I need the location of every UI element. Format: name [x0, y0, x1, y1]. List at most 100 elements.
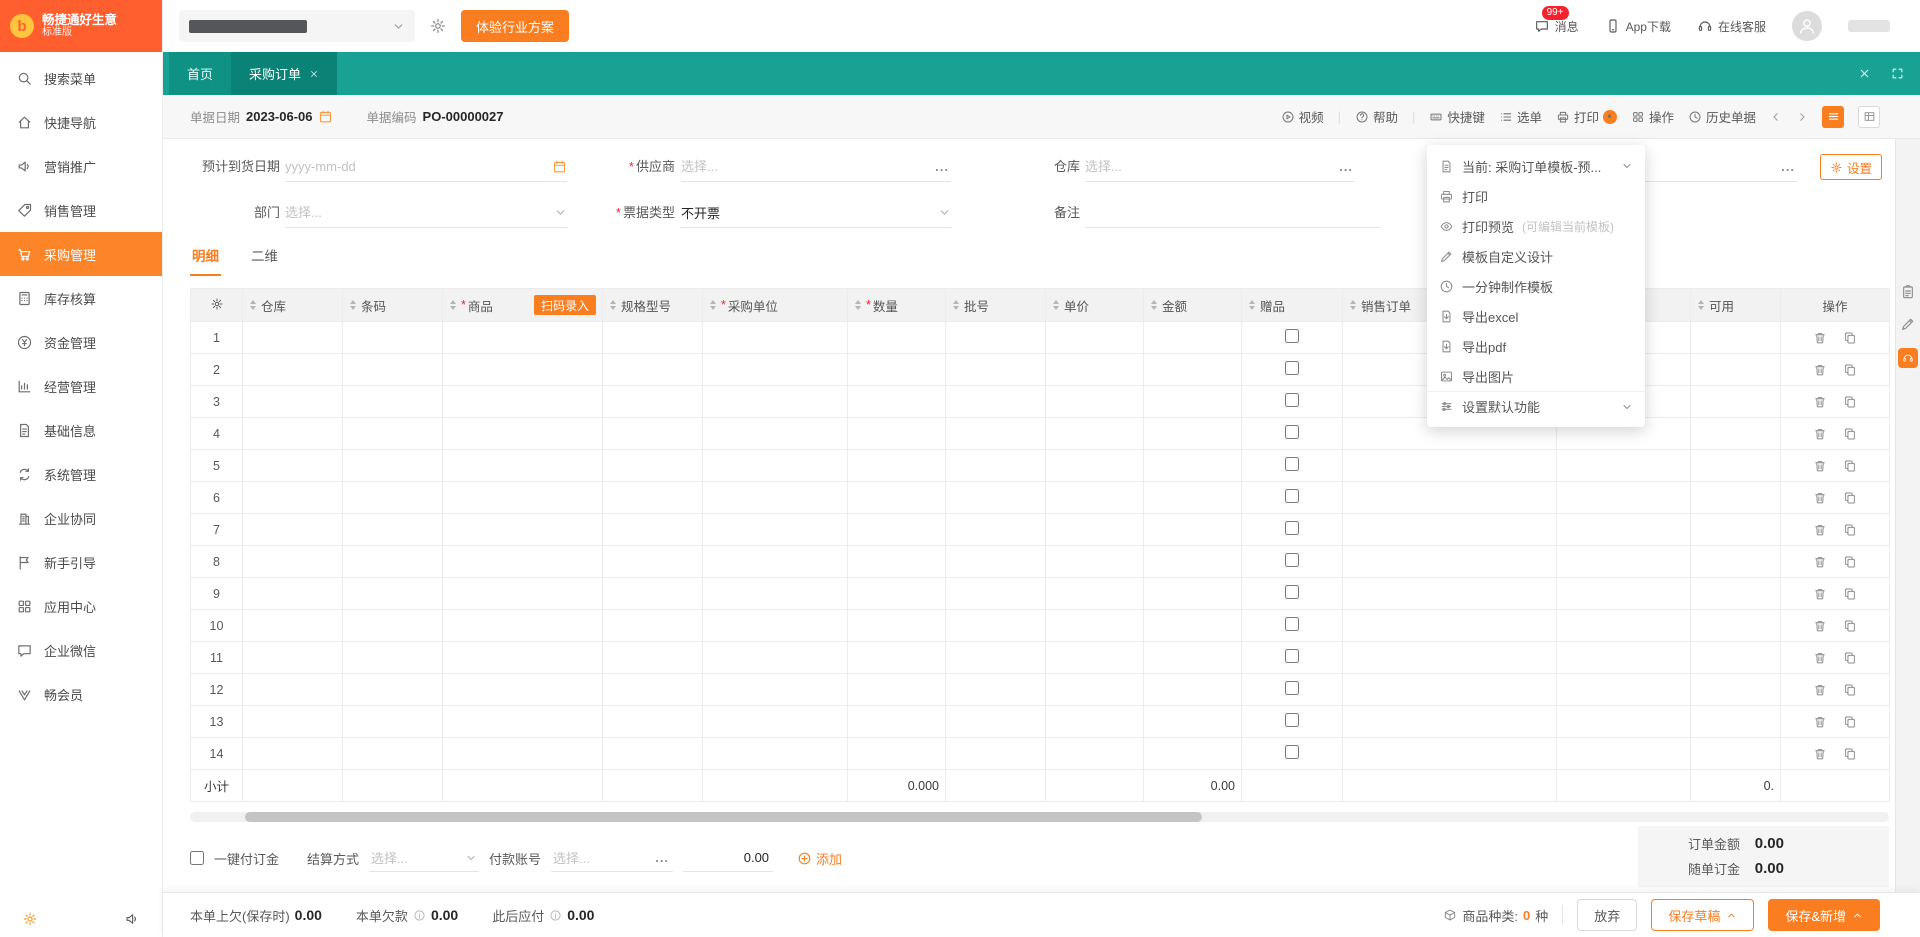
history-button[interactable]: 历史单据: [1688, 107, 1756, 126]
deposit-amount-input[interactable]: 0.00: [683, 844, 774, 872]
hotkeys-button[interactable]: 快捷键: [1429, 107, 1485, 126]
cell-unit[interactable]: [702, 385, 848, 418]
cell-warehouse[interactable]: [242, 577, 343, 610]
cell-batch[interactable]: [945, 609, 1046, 642]
remark-field[interactable]: [1085, 198, 1380, 228]
cell-unit[interactable]: [702, 417, 848, 450]
close-tab-icon[interactable]: [309, 69, 319, 79]
col-spec[interactable]: 规格型号: [602, 288, 703, 322]
cell-price[interactable]: [1045, 705, 1144, 738]
col-gift[interactable]: 赠品: [1241, 288, 1343, 322]
cell-amount[interactable]: [1143, 513, 1242, 546]
cell-price[interactable]: [1045, 481, 1144, 514]
online-service-item[interactable]: 在线客服: [1697, 18, 1766, 35]
template-more-button[interactable]: ...: [1779, 159, 1797, 174]
cell-goods[interactable]: [442, 417, 603, 450]
gift-checkbox[interactable]: [1285, 617, 1299, 631]
delete-row-icon[interactable]: [1813, 459, 1827, 473]
cell-batch[interactable]: [945, 705, 1046, 738]
pay-account-select[interactable]: 选择... ...: [551, 844, 674, 872]
cell-price[interactable]: [1045, 609, 1144, 642]
copy-row-icon[interactable]: [1843, 587, 1857, 601]
supplier-input[interactable]: [681, 159, 928, 174]
col-warehouse[interactable]: 仓库: [242, 288, 343, 322]
cell-quantity[interactable]: [847, 609, 946, 642]
cell-barcode[interactable]: [342, 513, 443, 546]
cell-goods[interactable]: [442, 673, 603, 706]
cell-quantity[interactable]: [847, 737, 946, 770]
cell-spec[interactable]: [602, 481, 703, 514]
delete-row-icon[interactable]: [1813, 619, 1827, 633]
cell-warehouse[interactable]: [242, 673, 343, 706]
customer-service-icon[interactable]: [1898, 348, 1918, 368]
gift-checkbox[interactable]: [1285, 521, 1299, 535]
sidebar-item-quick-nav[interactable]: 快捷导航: [0, 100, 162, 144]
cell-goods[interactable]: [442, 449, 603, 482]
supplier-field[interactable]: ...: [681, 152, 951, 182]
menu-template-design[interactable]: 模板自定义设计: [1427, 241, 1645, 271]
col-goods[interactable]: * 商品 扫码录入: [442, 288, 603, 322]
close-icon[interactable]: [1858, 67, 1871, 80]
copy-row-icon[interactable]: [1843, 523, 1857, 537]
cell-warehouse[interactable]: [242, 545, 343, 578]
copy-row-icon[interactable]: [1843, 683, 1857, 697]
sidebar-item-search-menu[interactable]: 搜索菜单: [0, 56, 162, 100]
cell-available[interactable]: [1690, 417, 1781, 450]
copy-row-icon[interactable]: [1843, 427, 1857, 441]
cell-unit[interactable]: [702, 449, 848, 482]
cell-spec[interactable]: [602, 705, 703, 738]
cell-quantity[interactable]: [847, 513, 946, 546]
cell-quantity[interactable]: [847, 673, 946, 706]
cell-warehouse[interactable]: [242, 321, 343, 354]
user-avatar[interactable]: [1792, 11, 1822, 41]
cell-package[interactable]: [1556, 705, 1691, 738]
cell-spec[interactable]: [602, 577, 703, 610]
prev-doc-icon[interactable]: [1770, 111, 1782, 123]
cell-warehouse[interactable]: [242, 353, 343, 386]
cell-price[interactable]: [1045, 321, 1144, 354]
settings-gear-icon[interactable]: [22, 911, 38, 927]
sidebar-item-member[interactable]: 畅会员: [0, 672, 162, 716]
cell-goods[interactable]: [442, 353, 603, 386]
cell-quantity[interactable]: [847, 417, 946, 450]
cell-warehouse[interactable]: [242, 705, 343, 738]
delete-row-icon[interactable]: [1813, 715, 1827, 729]
horizontal-scrollbar[interactable]: [190, 812, 1889, 822]
cell-barcode[interactable]: [342, 641, 443, 674]
cell-amount[interactable]: [1143, 417, 1242, 450]
cell-quantity[interactable]: [847, 353, 946, 386]
sidebar-item-operations[interactable]: 经营管理: [0, 364, 162, 408]
cell-barcode[interactable]: [342, 673, 443, 706]
menu-export-excel[interactable]: 导出excel: [1427, 301, 1645, 331]
cell-warehouse[interactable]: [242, 641, 343, 674]
cell-batch[interactable]: [945, 577, 1046, 610]
cell-unit[interactable]: [702, 481, 848, 514]
copy-row-icon[interactable]: [1843, 555, 1857, 569]
sidebar-item-funds[interactable]: 资金管理: [0, 320, 162, 364]
col-barcode[interactable]: 条码: [342, 288, 443, 322]
warehouse-field[interactable]: ...: [1085, 152, 1355, 182]
cell-available[interactable]: [1690, 545, 1781, 578]
cell-quantity[interactable]: [847, 481, 946, 514]
cell-price[interactable]: [1045, 385, 1144, 418]
menu-quick-template[interactable]: 一分钟制作模板: [1427, 271, 1645, 301]
company-select[interactable]: [179, 10, 415, 42]
cell-available[interactable]: [1690, 641, 1781, 674]
cell-spec[interactable]: [602, 673, 703, 706]
cell-price[interactable]: [1045, 417, 1144, 450]
cell-package[interactable]: [1556, 737, 1691, 770]
cell-package[interactable]: [1556, 481, 1691, 514]
messages-item[interactable]: 99+ 消息: [1534, 5, 1579, 35]
menu-export-image[interactable]: 导出图片: [1427, 361, 1645, 391]
warehouse-more-button[interactable]: ...: [1337, 159, 1355, 174]
cell-goods[interactable]: [442, 481, 603, 514]
cell-barcode[interactable]: [342, 481, 443, 514]
cell-batch[interactable]: [945, 321, 1046, 354]
copy-row-icon[interactable]: [1843, 619, 1857, 633]
cell-goods[interactable]: [442, 641, 603, 674]
gift-checkbox[interactable]: [1285, 361, 1299, 375]
sidebar-item-collaboration[interactable]: 企业协同: [0, 496, 162, 540]
cell-quantity[interactable]: [847, 641, 946, 674]
cell-unit[interactable]: [702, 321, 848, 354]
col-batch[interactable]: 批号: [945, 288, 1046, 322]
